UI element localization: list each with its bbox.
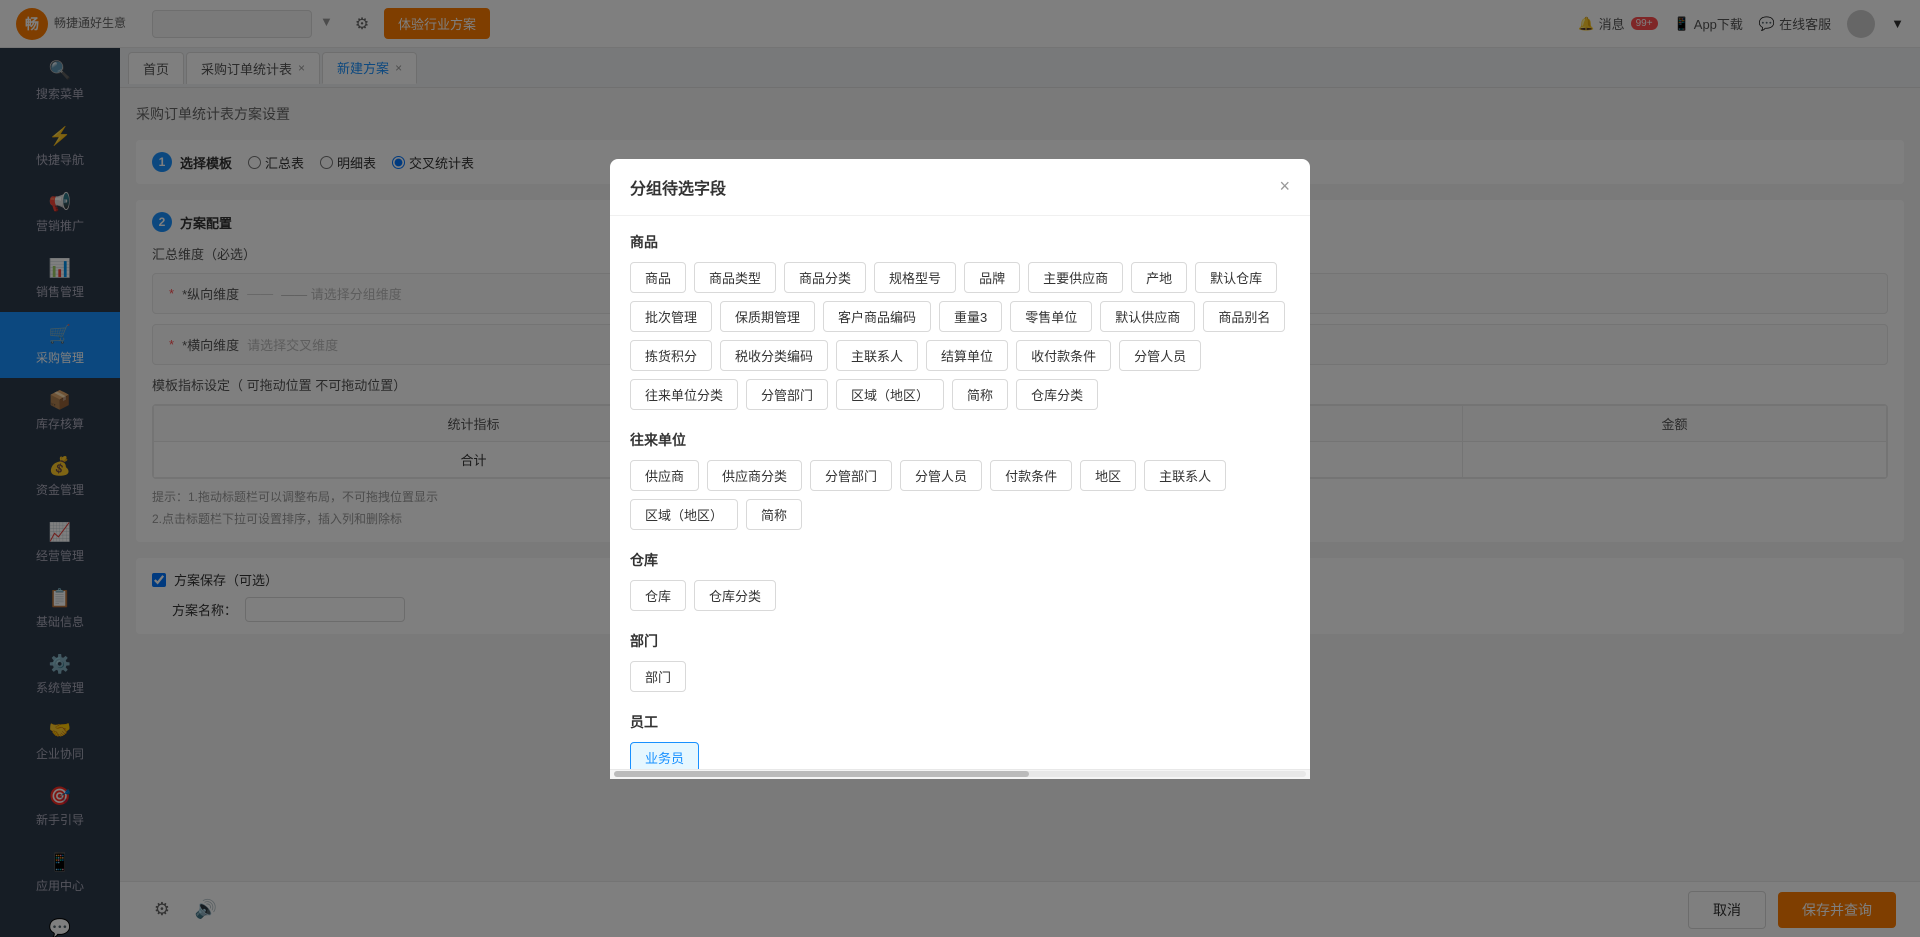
field-tag-0-1[interactable]: 商品类型 bbox=[694, 262, 776, 293]
modal-header: 分组待选字段 × bbox=[610, 159, 1310, 216]
field-tag-1-2[interactable]: 分管部门 bbox=[810, 460, 892, 491]
field-tag-0-16[interactable]: 税收分类编码 bbox=[720, 340, 828, 371]
field-tag-0-19[interactable]: 收付款条件 bbox=[1016, 340, 1111, 371]
field-group-2: 仓库仓库仓库分类 bbox=[630, 550, 1290, 611]
field-tag-1-4[interactable]: 付款条件 bbox=[990, 460, 1072, 491]
field-tag-0-0[interactable]: 商品 bbox=[630, 262, 686, 293]
field-tag-0-8[interactable]: 批次管理 bbox=[630, 301, 712, 332]
field-tag-0-20[interactable]: 分管人员 bbox=[1119, 340, 1201, 371]
field-tag-0-22[interactable]: 分管部门 bbox=[746, 379, 828, 410]
field-tag-0-11[interactable]: 重量3 bbox=[939, 301, 1002, 332]
field-tag-0-12[interactable]: 零售单位 bbox=[1010, 301, 1092, 332]
field-group-4: 员工业务员 bbox=[630, 712, 1290, 769]
field-tag-2-0[interactable]: 仓库 bbox=[630, 580, 686, 611]
modal-close-button[interactable]: × bbox=[1279, 176, 1290, 197]
field-list-4: 业务员 bbox=[630, 742, 1290, 769]
modal-body[interactable]: 商品商品商品类型商品分类规格型号品牌主要供应商产地默认仓库批次管理保质期管理客户… bbox=[610, 216, 1310, 769]
field-list-2: 仓库仓库分类 bbox=[630, 580, 1290, 611]
field-group-1: 往来单位供应商供应商分类分管部门分管人员付款条件地区主联系人区域（地区） 简称 bbox=[630, 430, 1290, 530]
modal: 分组待选字段 × 商品商品商品类型商品分类规格型号品牌主要供应商产地默认仓库批次… bbox=[610, 159, 1310, 779]
field-tag-0-7[interactable]: 默认仓库 bbox=[1195, 262, 1277, 293]
field-tag-1-0[interactable]: 供应商 bbox=[630, 460, 699, 491]
field-tag-1-1[interactable]: 供应商分类 bbox=[707, 460, 802, 491]
field-tag-0-17[interactable]: 主联系人 bbox=[836, 340, 918, 371]
field-group-3: 部门部门 bbox=[630, 631, 1290, 692]
horizontal-scrollbar[interactable] bbox=[610, 769, 1310, 779]
modal-title: 分组待选字段 bbox=[630, 175, 726, 199]
field-tag-0-9[interactable]: 保质期管理 bbox=[720, 301, 815, 332]
field-tag-3-0[interactable]: 部门 bbox=[630, 661, 686, 692]
scroll-thumb bbox=[614, 771, 1029, 777]
field-tag-1-6[interactable]: 主联系人 bbox=[1144, 460, 1226, 491]
field-tag-0-21[interactable]: 往来单位分类 bbox=[630, 379, 738, 410]
field-group-title-0: 商品 bbox=[630, 232, 1290, 252]
modal-overlay: 分组待选字段 × 商品商品商品类型商品分类规格型号品牌主要供应商产地默认仓库批次… bbox=[0, 0, 1920, 937]
field-tag-0-6[interactable]: 产地 bbox=[1131, 262, 1187, 293]
field-list-1: 供应商供应商分类分管部门分管人员付款条件地区主联系人区域（地区） 简称 bbox=[630, 460, 1290, 530]
field-tag-0-4[interactable]: 品牌 bbox=[964, 262, 1020, 293]
field-tag-0-14[interactable]: 商品别名 bbox=[1203, 301, 1285, 332]
field-tag-1-7[interactable]: 区域（地区） bbox=[630, 499, 738, 530]
scroll-track bbox=[614, 771, 1306, 777]
field-tag-0-15[interactable]: 拣货积分 bbox=[630, 340, 712, 371]
field-group-title-1: 往来单位 bbox=[630, 430, 1290, 450]
field-tag-1-8[interactable]: 简称 bbox=[746, 499, 802, 530]
field-tag-0-25[interactable]: 仓库分类 bbox=[1016, 379, 1098, 410]
field-tag-0-3[interactable]: 规格型号 bbox=[874, 262, 956, 293]
field-tag-0-13[interactable]: 默认供应商 bbox=[1100, 301, 1195, 332]
field-tag-0-2[interactable]: 商品分类 bbox=[784, 262, 866, 293]
field-group-title-4: 员工 bbox=[630, 712, 1290, 732]
field-tag-1-5[interactable]: 地区 bbox=[1080, 460, 1136, 491]
field-tag-0-23[interactable]: 区域（地区） bbox=[836, 379, 944, 410]
field-tag-0-24[interactable]: 简称 bbox=[952, 379, 1008, 410]
field-tag-1-3[interactable]: 分管人员 bbox=[900, 460, 982, 491]
field-tag-4-0[interactable]: 业务员 bbox=[630, 742, 699, 769]
field-tag-0-18[interactable]: 结算单位 bbox=[926, 340, 1008, 371]
field-group-title-3: 部门 bbox=[630, 631, 1290, 651]
field-tag-2-1[interactable]: 仓库分类 bbox=[694, 580, 776, 611]
field-list-3: 部门 bbox=[630, 661, 1290, 692]
field-tag-0-10[interactable]: 客户商品编码 bbox=[823, 301, 931, 332]
field-group-0: 商品商品商品类型商品分类规格型号品牌主要供应商产地默认仓库批次管理保质期管理客户… bbox=[630, 232, 1290, 410]
field-group-title-2: 仓库 bbox=[630, 550, 1290, 570]
field-list-0: 商品商品类型商品分类规格型号品牌主要供应商产地默认仓库批次管理保质期管理客户商品… bbox=[630, 262, 1290, 410]
field-tag-0-5[interactable]: 主要供应商 bbox=[1028, 262, 1123, 293]
